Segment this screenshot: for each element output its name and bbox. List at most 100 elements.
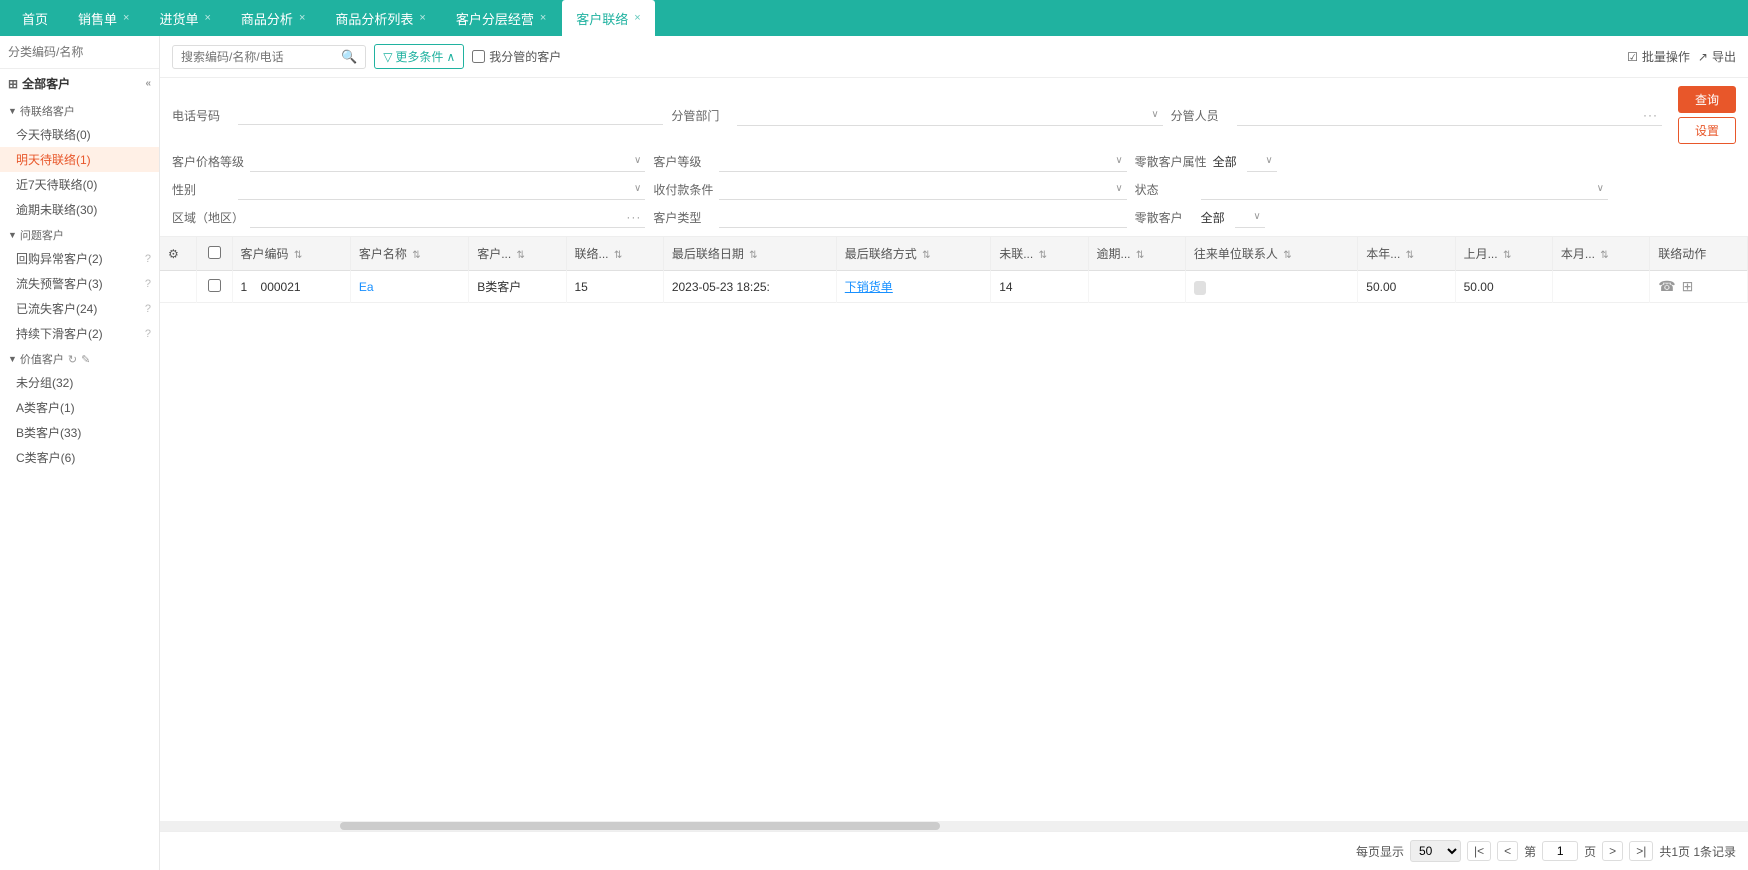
th-last-month-sort[interactable]: ⇅ — [1503, 250, 1511, 261]
nav-customer-contact-close[interactable]: × — [634, 12, 640, 24]
sidebar-item-abnormal[interactable]: 回购异常客户(2) ? — [0, 246, 159, 271]
filter-phone: 电话号码 — [172, 106, 663, 125]
retail-attr-select[interactable]: ∨ — [1247, 150, 1277, 172]
nav-analysis-close[interactable]: × — [299, 12, 305, 24]
retail-attr-chevron: ∨ — [1265, 155, 1272, 166]
nav-customer-contact[interactable]: 客户联络 × — [562, 0, 654, 36]
th-name-sort[interactable]: ⇅ — [412, 250, 420, 261]
my-customer-label: 我分管的客户 — [489, 48, 561, 65]
sidebar-item-a-class[interactable]: A类客户(1) — [0, 395, 159, 420]
th-this-year-sort[interactable]: ⇅ — [1406, 250, 1414, 261]
b-class-label: B类客户(33) — [16, 424, 81, 441]
group-problem-customers[interactable]: ▼ 问题客户 — [0, 222, 159, 246]
page-input[interactable] — [1542, 841, 1578, 861]
td-type: B类客户 — [469, 271, 566, 303]
sidebar-item-declining[interactable]: 持续下滑客户(2) ? — [0, 321, 159, 346]
region-select[interactable]: ··· — [250, 206, 645, 228]
prev-page-btn[interactable]: < — [1497, 841, 1518, 861]
filter-buttons: 查询 设置 — [1670, 86, 1736, 144]
search-submit-icon[interactable]: 🔍 — [341, 49, 357, 65]
nav-analysis-list[interactable]: 商品分析列表 × — [321, 0, 439, 36]
row-last-month: 50.00 — [1464, 280, 1494, 294]
horizontal-scrollbar[interactable] — [160, 821, 1748, 831]
help-icon-churn-warn[interactable]: ? — [145, 278, 151, 290]
collapse-icon[interactable]: « — [145, 78, 151, 89]
export-btn[interactable]: ↗ 导出 — [1698, 48, 1736, 65]
action-phone-icon[interactable]: ☎ — [1658, 278, 1675, 295]
nav-customer-tier[interactable]: 客户分层经营 × — [442, 0, 560, 36]
my-customer-checkbox[interactable] — [472, 50, 485, 63]
nav-purchase[interactable]: 进货单 × — [145, 0, 224, 36]
gender-select[interactable]: ∨ — [238, 178, 645, 200]
sidebar-item-today[interactable]: 今天待联络(0) — [0, 122, 159, 147]
th-actions: 联络动作 — [1650, 237, 1748, 271]
search-input[interactable] — [181, 50, 341, 64]
first-page-btn[interactable]: |< — [1467, 841, 1491, 861]
th-last-date-sort[interactable]: ⇅ — [749, 250, 757, 261]
per-page-select[interactable]: 50 100 200 — [1410, 840, 1461, 862]
th-contact-count-sort[interactable]: ⇅ — [614, 250, 622, 261]
row-last-way[interactable]: 下销货单 — [845, 280, 893, 294]
sidebar-item-c-class[interactable]: C类客户(6) — [0, 445, 159, 470]
select-all-checkbox[interactable] — [208, 246, 221, 259]
help-icon-declining[interactable]: ? — [145, 328, 151, 340]
nav-sales-close[interactable]: × — [123, 12, 129, 24]
query-button[interactable]: 查询 — [1678, 86, 1736, 113]
group-value-customers[interactable]: ▼ 价值客户 ↻ ✎ — [0, 346, 159, 370]
sidebar-item-7days[interactable]: 近7天待联络(0) — [0, 172, 159, 197]
sidebar-search-input[interactable] — [8, 45, 160, 59]
dept-select[interactable]: ∨ — [737, 104, 1162, 126]
scrollbar-thumb[interactable] — [340, 822, 940, 830]
batch-op-btn[interactable]: ☑ 批量操作 — [1627, 48, 1690, 65]
price-level-select[interactable]: ∨ — [250, 150, 645, 172]
th-code-sort[interactable]: ⇅ — [294, 250, 302, 261]
retail-customer-select[interactable]: ∨ — [1235, 206, 1265, 228]
sidebar-item-churned[interactable]: 已流失客户(24) ? — [0, 296, 159, 321]
status-select[interactable]: ∨ — [1201, 178, 1608, 200]
more-filter-btn[interactable]: ▽ 更多条件 ∧ — [374, 44, 464, 69]
sidebar-item-churn-warn[interactable]: 流失预警客户(3) ? — [0, 271, 159, 296]
nav-purchase-close[interactable]: × — [204, 12, 210, 24]
nav-analysis-list-close[interactable]: × — [419, 12, 425, 24]
sidebar-item-tomorrow[interactable]: 明天待联络(1) — [0, 147, 159, 172]
person-select[interactable]: ··· — [1237, 104, 1662, 126]
my-customer-check[interactable]: 我分管的客户 — [472, 48, 561, 65]
th-this-month-sort[interactable]: ⇅ — [1600, 250, 1608, 261]
nav-sales[interactable]: 销售单 × — [64, 0, 143, 36]
set-button[interactable]: 设置 — [1678, 117, 1736, 144]
action-grid-icon[interactable]: ⊞ — [1682, 278, 1694, 295]
row-checkbox[interactable] — [208, 279, 221, 292]
last-page-btn[interactable]: >| — [1629, 841, 1653, 861]
th-overdue-sort[interactable]: ⇅ — [1136, 250, 1144, 261]
payment-select[interactable]: ∨ — [719, 178, 1126, 200]
th-last-way-sort[interactable]: ⇅ — [922, 250, 930, 261]
sidebar-item-b-class[interactable]: B类客户(33) — [0, 420, 159, 445]
sidebar-item-ungroup[interactable]: 未分组(32) — [0, 370, 159, 395]
customer-table: ⚙ 客户编码 ⇅ 客户名称 ⇅ — [160, 237, 1748, 303]
search-bar: 🔍 ▽ 更多条件 ∧ 我分管的客户 ☑ 批量操作 ↗ 导出 — [160, 36, 1748, 78]
customer-type-select[interactable] — [719, 206, 1126, 228]
td-last-date: 2023-05-23 18:25: — [663, 271, 836, 303]
td-overdue — [1088, 271, 1185, 303]
edit-icon[interactable]: ✎ — [81, 353, 90, 366]
refresh-icon[interactable]: ↻ — [68, 353, 77, 366]
th-contact-person-sort[interactable]: ⇅ — [1283, 250, 1291, 261]
th-last-way: 最后联络方式 ⇅ — [836, 237, 990, 271]
sidebar: 🔍 ⊞ 全部客户 « ▼ 待联络客户 今天待联络(0) 明天待联络(1) 近7天… — [0, 36, 160, 870]
phone-input[interactable] — [238, 106, 663, 125]
customer-level-select[interactable]: ∨ — [719, 150, 1126, 172]
th-type-sort[interactable]: ⇅ — [517, 250, 525, 261]
th-unlinked-sort[interactable]: ⇅ — [1039, 250, 1047, 261]
next-page-btn[interactable]: > — [1602, 841, 1623, 861]
help-icon-churned[interactable]: ? — [145, 303, 151, 315]
sidebar-item-overdue[interactable]: 逾期未联络(30) — [0, 197, 159, 222]
th-checkbox — [196, 237, 232, 271]
nav-home[interactable]: 首页 — [8, 0, 62, 36]
sidebar-all-customers[interactable]: ⊞ 全部客户 « — [0, 69, 159, 98]
nav-customer-tier-close[interactable]: × — [540, 12, 546, 24]
settings-icon[interactable]: ⚙ — [168, 247, 179, 261]
help-icon-abnormal[interactable]: ? — [145, 253, 151, 265]
row-name[interactable]: Ea — [359, 280, 374, 294]
nav-analysis[interactable]: 商品分析 × — [227, 0, 319, 36]
group-pending-contact[interactable]: ▼ 待联络客户 — [0, 98, 159, 122]
